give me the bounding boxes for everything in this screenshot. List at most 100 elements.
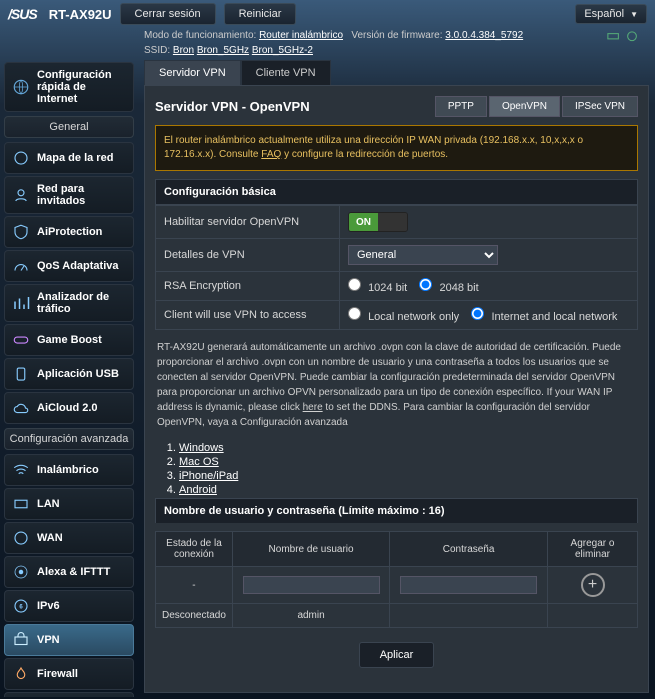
sidebar-item-wireless[interactable]: Inalámbrico [4,454,134,486]
col-password: Contraseña [390,532,548,567]
map-icon [11,149,31,167]
rsa-2048-option[interactable]: 2048 bit [419,282,478,294]
sidebar-section-advanced: Configuración avanzada [4,428,134,450]
ssid-1: Bron [173,45,194,56]
sidebar-item-label: Red para invitados [37,183,127,207]
mode-value[interactable]: Router inalámbrico [259,30,343,41]
username-cell: admin [232,604,389,628]
sidebar-item-label: LAN [37,498,60,510]
svg-text:6: 6 [19,604,23,610]
sidebar-item-label: Inalámbrico [37,464,99,476]
ssid-2: Bron_5GHz [197,45,249,56]
faq-link[interactable]: FAQ [261,149,281,160]
sidebar-item-aicloud[interactable]: AiCloud 2.0 [4,392,134,424]
sidebar-item-label: AiCloud 2.0 [37,402,98,414]
sidebar-item-administration[interactable]: Administración [4,692,134,697]
chevron-down-icon: ▼ [630,10,638,19]
proto-openvpn-button[interactable]: OpenVPN [489,96,560,117]
sidebar: Configuración rápida de Internet General… [0,58,138,697]
sidebar-item-ipv6[interactable]: 6 IPv6 [4,590,134,622]
tab-vpn-client[interactable]: Cliente VPN [241,60,331,85]
rsa-1024-option[interactable]: 1024 bit [348,282,407,294]
state-cell: - [156,567,233,604]
col-state: Estado de la conexión [156,532,233,567]
tab-vpn-server[interactable]: Servidor VPN [144,60,241,85]
sidebar-item-wan[interactable]: WAN [4,522,134,554]
sidebar-item-label: VPN [37,634,60,646]
username-input[interactable] [243,576,380,594]
enable-openvpn-toggle[interactable]: ON [348,212,408,232]
sidebar-item-label: Configuración rápida de Internet [37,69,127,105]
password-cell [390,604,548,628]
sidebar-item-aiprotection[interactable]: AiProtection [4,216,134,248]
shield-icon [11,223,31,241]
sidebar-item-game-boost[interactable]: Game Boost [4,324,134,356]
ddns-here-link[interactable]: here [303,402,323,413]
reboot-button[interactable]: Reiniciar [224,3,297,25]
sidebar-qis[interactable]: Configuración rápida de Internet [4,62,134,112]
lan-icon [11,495,31,513]
chart-icon [11,294,31,312]
sidebar-item-label: AiProtection [37,226,102,238]
sidebar-item-qos[interactable]: QoS Adaptativa [4,250,134,282]
language-select[interactable]: Español ▼ [575,4,647,24]
sidebar-item-network-map[interactable]: Mapa de la red [4,142,134,174]
sidebar-item-lan[interactable]: LAN [4,488,134,520]
toggle-on-label: ON [349,213,378,231]
access-local-option[interactable]: Local network only [348,311,459,323]
wifi-icon [11,461,31,479]
user-input-row: - + [156,567,638,604]
sidebar-item-traffic-analyzer[interactable]: Analizador de tráfico [4,284,134,322]
usb-status-icon[interactable] [607,31,621,43]
sidebar-item-usb-app[interactable]: Aplicación USB [4,358,134,390]
password-input[interactable] [400,576,538,594]
main-content: Servidor VPN Cliente VPN Servidor VPN - … [138,58,655,697]
action-cell [548,604,638,628]
sidebar-item-label: Analizador de tráfico [37,291,127,315]
vpn-details-select[interactable]: General [348,245,498,265]
os-link-ios[interactable]: iPhone/iPad [179,470,638,482]
sidebar-item-label: WAN [37,532,63,544]
fw-value[interactable]: 3.0.0.4.384_5792 [445,30,523,41]
row-access-label: Client will use VPN to access [156,301,340,330]
sidebar-item-label: Game Boost [37,334,102,346]
language-label: Español [584,8,624,20]
vpn-icon [11,631,31,649]
ssid-label: SSID: [144,45,170,56]
access-both-option[interactable]: Internet and local network [471,311,617,323]
apply-button[interactable]: Aplicar [359,642,435,668]
sidebar-item-firewall[interactable]: Firewall [4,658,134,690]
gauge-icon [11,257,31,275]
gamepad-icon [11,331,31,349]
net-status-icon[interactable] [625,31,639,43]
sidebar-item-label: Mapa de la red [37,152,113,164]
usb-icon [11,365,31,383]
cloud-icon [11,399,31,417]
sidebar-item-guest-network[interactable]: Red para invitados [4,176,134,214]
sidebar-item-alexa-ifttt[interactable]: Alexa & IFTTT [4,556,134,588]
add-user-button[interactable]: + [581,573,605,597]
os-link-windows[interactable]: Windows [179,442,638,454]
mode-label: Modo de funcionamiento: [144,30,256,41]
col-username: Nombre de usuario [232,532,389,567]
firewall-icon [11,665,31,683]
openvpn-description: RT-AX92U generará automáticamente un arc… [155,330,638,440]
ipv6-icon: 6 [11,597,31,615]
fw-label: Versión de firmware: [351,30,442,41]
row-rsa-label: RSA Encryption [156,272,340,301]
sidebar-item-label: Aplicación USB [37,368,119,380]
logout-button[interactable]: Cerrar sesión [120,3,216,25]
state-cell: Desconectado [156,604,233,628]
brand-logo: /SUS [8,6,37,22]
proto-pptp-button[interactable]: PPTP [435,96,487,117]
ssid-3: Bron_5GHz-2 [252,45,313,56]
sidebar-item-vpn[interactable]: VPN [4,624,134,656]
proto-ipsec-button[interactable]: IPSec VPN [562,96,638,117]
row-enable-label: Habilitar servidor OpenVPN [156,206,340,239]
guest-icon [11,186,31,204]
user-row: Desconectado admin [156,604,638,628]
os-link-android[interactable]: Android [179,484,638,496]
os-link-macos[interactable]: Mac OS [179,456,638,468]
col-action: Agregar o eliminar [548,532,638,567]
row-details-label: Detalles de VPN [156,239,340,272]
